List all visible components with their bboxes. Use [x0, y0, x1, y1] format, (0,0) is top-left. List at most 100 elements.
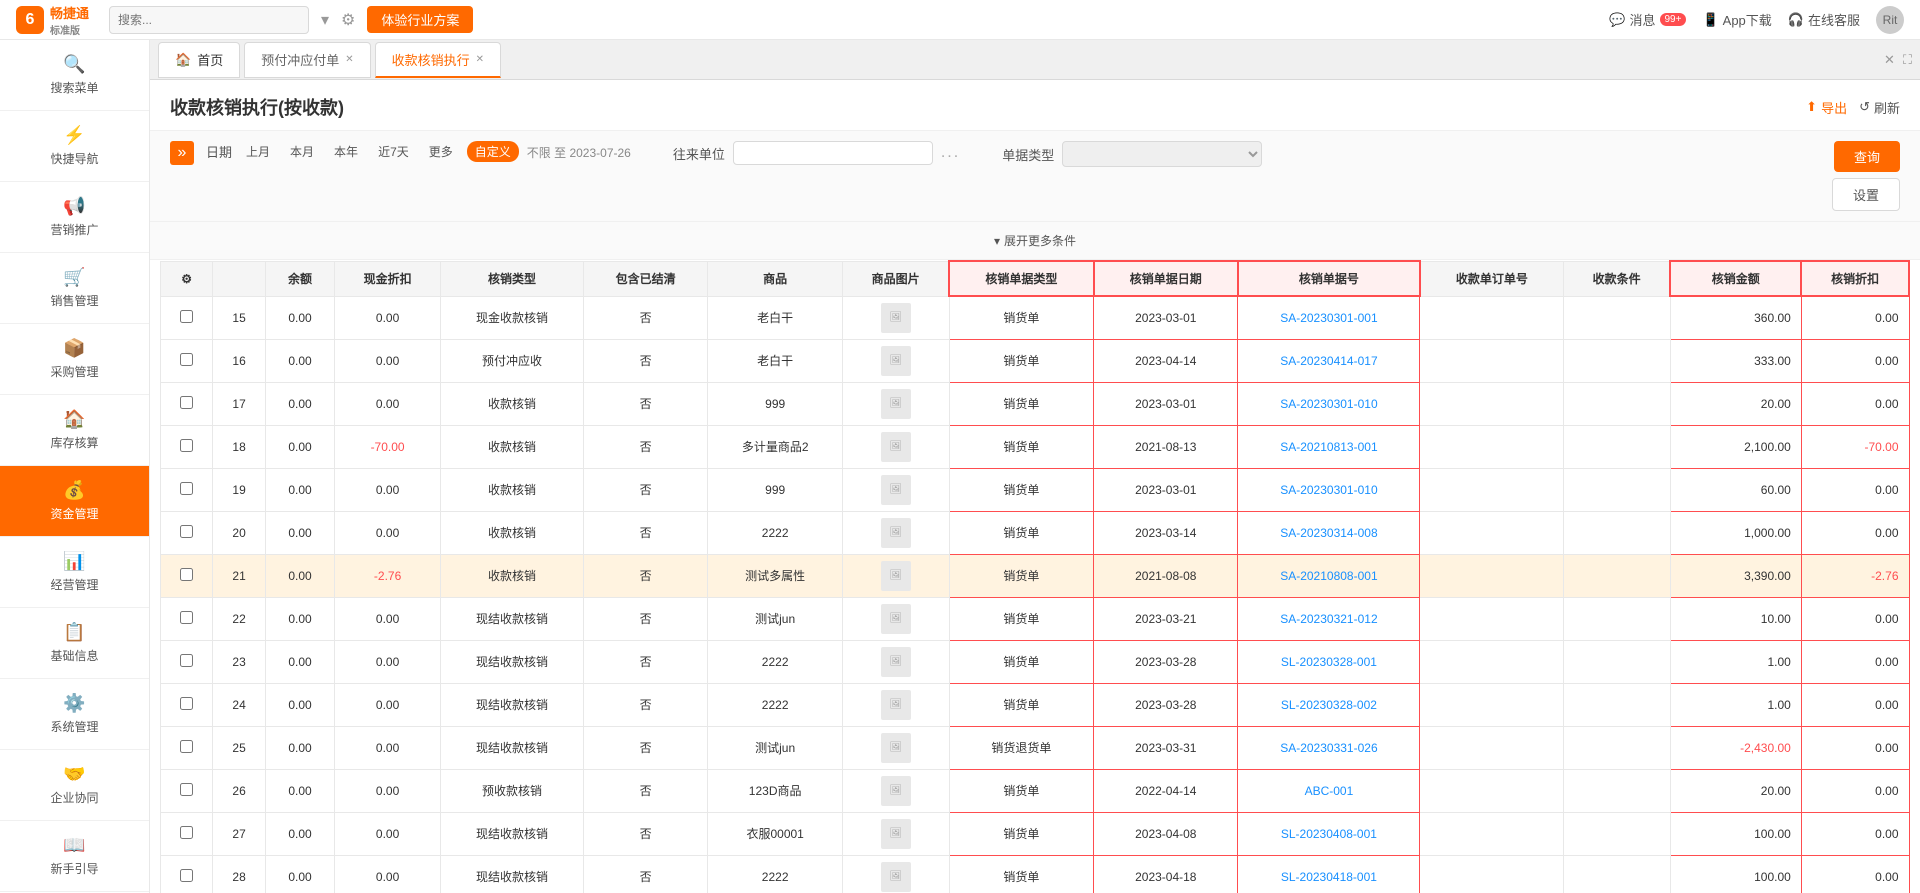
tab-close-prepay[interactable]: ✕: [345, 54, 353, 65]
cell-cancel-bill-date: 2023-04-08: [1094, 812, 1238, 855]
sidebar-item-sales[interactable]: 🛒 销售管理: [0, 253, 149, 324]
cell-checkbox[interactable]: [161, 511, 213, 554]
col-cancel-bill-type: 核销单据类型: [949, 261, 1093, 296]
cell-included: 否: [583, 382, 707, 425]
col-gear[interactable]: ⚙: [161, 261, 213, 296]
col-seq: [213, 261, 266, 296]
cell-checkbox[interactable]: [161, 640, 213, 683]
content-area: 🏠 首页 预付冲应付单 ✕ 收款核销执行 ✕ ✕ ⛶ 收款核销执行(按收款): [150, 40, 1920, 893]
date-btn-more[interactable]: 更多: [423, 141, 459, 162]
dropdown-icon[interactable]: ▾: [321, 10, 329, 30]
sidebar-item-guide[interactable]: 📖 新手引导: [0, 821, 149, 892]
cell-checkbox[interactable]: [161, 554, 213, 597]
receipt-type-select[interactable]: [1062, 141, 1262, 167]
tab-cancel[interactable]: 收款核销执行 ✕: [375, 42, 501, 78]
sidebar-item-management[interactable]: 📊 经营管理: [0, 537, 149, 608]
table-row: 25 0.00 0.00 现结收款核销 否 测试jun 🖼 销货退货单 2023…: [161, 726, 1910, 769]
table-row: 16 0.00 0.00 预付冲应收 否 老白干 🖼 销货单 2023-04-1…: [161, 339, 1910, 382]
sidebar-item-purchase[interactable]: 📦 采购管理: [0, 324, 149, 395]
cell-cancel-amount: 360.00: [1670, 296, 1801, 339]
app-download-button[interactable]: 📱 App下载: [1702, 10, 1771, 29]
cell-checkbox[interactable]: [161, 339, 213, 382]
cell-checkbox[interactable]: [161, 683, 213, 726]
expand-more-button[interactable]: ▾ 展开更多条件: [982, 228, 1088, 253]
cell-cancel-discount: 0.00: [1801, 769, 1909, 812]
tab-prepay[interactable]: 预付冲应付单 ✕: [244, 42, 370, 78]
cell-receipt-order-no: [1420, 855, 1564, 893]
online-support-button[interactable]: 🎧 在线客服: [1788, 10, 1860, 29]
col-goods-img: 商品图片: [842, 261, 949, 296]
cell-checkbox[interactable]: [161, 468, 213, 511]
col-cancel-bill-date: 核销单据日期: [1094, 261, 1238, 296]
cell-checkbox[interactable]: [161, 726, 213, 769]
cell-cancel-bill-no: SA-20230301-010: [1238, 382, 1420, 425]
logo-icon: 6: [16, 6, 44, 34]
cell-cancel-type: 现结收款核销: [441, 726, 584, 769]
cell-cancel-amount: -2,430.00: [1670, 726, 1801, 769]
cell-cash-discount: 0.00: [335, 382, 441, 425]
date-btn-custom[interactable]: 自定义: [467, 141, 519, 162]
table-container[interactable]: ⚙ 余额 现金折扣 核销类型 包含已结清 商品 商品图片 核销单据类型 核销单据…: [150, 260, 1920, 893]
sidebar-item-label: 系统管理: [50, 718, 98, 735]
settings-button[interactable]: 设置: [1832, 178, 1900, 211]
sidebar-item-collab[interactable]: 🤝 企业协同: [0, 750, 149, 821]
finance-icon: 💰: [63, 480, 85, 501]
tab-home[interactable]: 🏠 首页: [158, 42, 240, 78]
sidebar-item-inventory[interactable]: 🏠 库存核算: [0, 395, 149, 466]
settings-icon[interactable]: ⚙: [341, 10, 355, 30]
cell-cancel-bill-type: 销货单: [949, 855, 1093, 893]
sidebar-item-marketing[interactable]: 📢 营销推广: [0, 182, 149, 253]
sidebar-item-label: 企业协同: [50, 789, 98, 806]
export-button[interactable]: ⬆ 导出: [1806, 98, 1847, 117]
date-btn-last-month[interactable]: 上月: [240, 141, 276, 162]
expand-button[interactable]: »: [170, 141, 194, 165]
date-btn-this-month[interactable]: 本月: [284, 141, 320, 162]
cell-receipt-order-no: [1420, 554, 1564, 597]
cell-goods-img: 🖼: [842, 468, 949, 511]
close-all-icon[interactable]: ✕: [1884, 52, 1895, 68]
messages-button[interactable]: 💬 消息 99+: [1609, 10, 1686, 29]
maximize-icon[interactable]: ⛶: [1903, 52, 1912, 68]
sidebar-item-finance[interactable]: 💰 资金管理: [0, 466, 149, 537]
query-button[interactable]: 查询: [1834, 141, 1900, 172]
cell-receipt-order-no: [1420, 597, 1564, 640]
sales-icon: 🛒: [63, 267, 85, 288]
cell-receipt-order-no: [1420, 382, 1564, 425]
partner-input[interactable]: [733, 141, 933, 165]
user-menu[interactable]: Rit: [1876, 6, 1904, 34]
refresh-button[interactable]: ↺ 刷新: [1859, 98, 1900, 117]
cell-checkbox[interactable]: [161, 425, 213, 468]
sidebar-item-shortcut[interactable]: ⚡ 快捷导航: [0, 111, 149, 182]
cell-checkbox[interactable]: [161, 296, 213, 339]
cell-cancel-amount: 3,390.00: [1670, 554, 1801, 597]
cell-balance: 0.00: [265, 597, 334, 640]
sidebar-item-search[interactable]: 🔍 搜索菜单: [0, 40, 149, 111]
search-input[interactable]: [109, 6, 309, 34]
cell-cancel-type: 现结收款核销: [441, 812, 584, 855]
col-cash-discount: 现金折扣: [335, 261, 441, 296]
cell-checkbox[interactable]: [161, 382, 213, 425]
cell-cancel-amount: 10.00: [1670, 597, 1801, 640]
date-btn-7days[interactable]: 近7天: [372, 141, 415, 162]
cell-checkbox[interactable]: [161, 855, 213, 893]
expand-more-bar: ▾ 展开更多条件: [150, 222, 1920, 260]
cell-included: 否: [583, 425, 707, 468]
table-row: 28 0.00 0.00 现结收款核销 否 2222 🖼 销货单 2023-04…: [161, 855, 1910, 893]
cell-receipt-order-no: [1420, 640, 1564, 683]
sidebar-item-system[interactable]: ⚙️ 系统管理: [0, 679, 149, 750]
tab-close-cancel[interactable]: ✕: [476, 54, 484, 65]
date-btn-this-year[interactable]: 本年: [328, 141, 364, 162]
cell-checkbox[interactable]: [161, 812, 213, 855]
cell-receipt-condition: [1563, 511, 1670, 554]
cell-cancel-discount: -70.00: [1801, 425, 1909, 468]
sidebar-item-basics[interactable]: 📋 基础信息: [0, 608, 149, 679]
cell-goods: 2222: [708, 683, 843, 726]
cell-checkbox[interactable]: [161, 597, 213, 640]
cell-cancel-bill-no: SA-20230414-017: [1238, 339, 1420, 382]
cell-cancel-bill-date: 2023-03-28: [1094, 683, 1238, 726]
cell-balance: 0.00: [265, 554, 334, 597]
cell-goods: 多计量商品2: [708, 425, 843, 468]
cell-seq: 21: [213, 554, 266, 597]
trial-button[interactable]: 体验行业方案: [367, 6, 473, 33]
cell-checkbox[interactable]: [161, 769, 213, 812]
